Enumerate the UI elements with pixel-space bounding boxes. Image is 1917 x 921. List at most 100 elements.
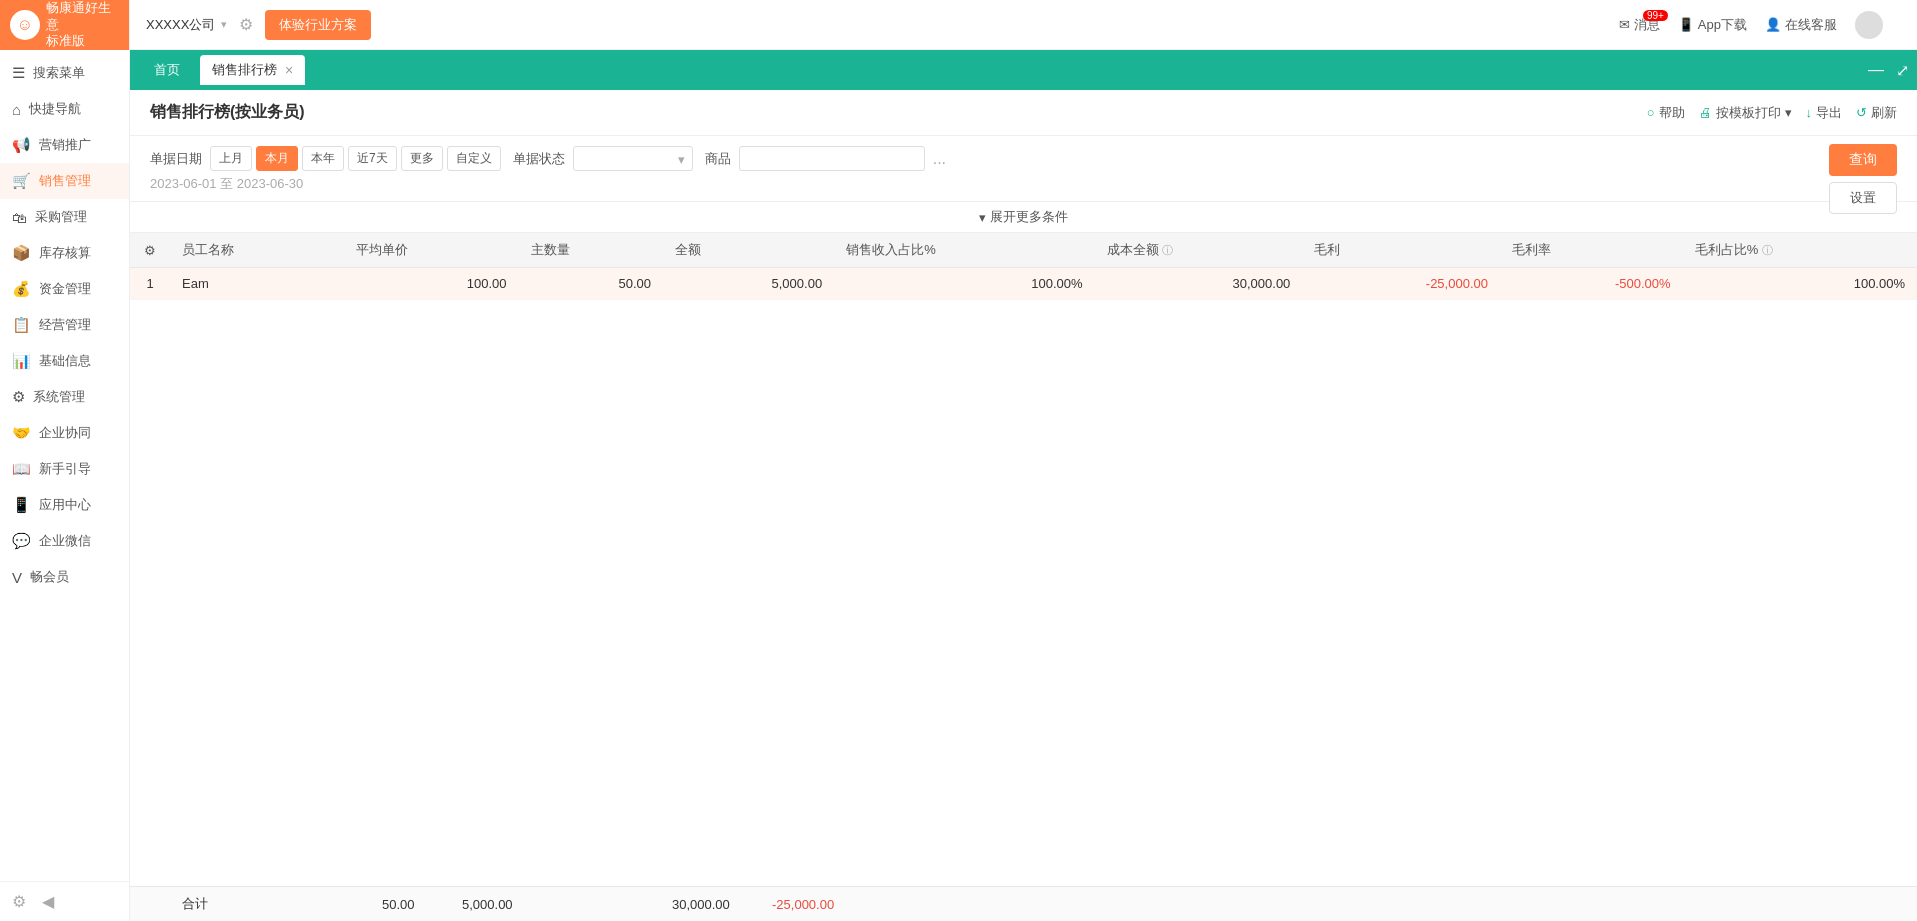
logo-text: 畅康通好生意 标准版	[46, 0, 119, 50]
sidebar-item-guide[interactable]: 📖新手引导	[0, 451, 129, 487]
refresh-icon: ↺	[1856, 105, 1867, 120]
collab-menu-icon: 🤝	[12, 424, 31, 442]
apps-menu-icon: 📱	[12, 496, 31, 514]
app-icon: 📱	[1678, 17, 1694, 32]
date-btn-custom[interactable]: 自定义	[447, 146, 501, 171]
date-btn-current-month[interactable]: 本月	[256, 146, 298, 171]
sidebar-item-operations[interactable]: 📋经营管理	[0, 307, 129, 343]
sidebar-item-sales[interactable]: 🛒销售管理	[0, 163, 129, 199]
expand-row: ▾ 展开更多条件	[130, 202, 1917, 233]
cell-gross: -25,000.00	[1302, 268, 1500, 300]
sidebar-item-purchase[interactable]: 🛍采购管理	[0, 199, 129, 235]
date-buttons: 上月 本月 本年 近7天 更多 自定义	[210, 146, 501, 171]
date-filter-group: 单据日期 上月 本月 本年 近7天 更多 自定义	[150, 146, 501, 171]
date-btn-prev-month[interactable]: 上月	[210, 146, 252, 171]
date-label: 单据日期	[150, 150, 202, 168]
cell-gross-pct: 100.00%	[1683, 268, 1917, 300]
col-cost: 成本全额 ⓘ	[1095, 233, 1303, 268]
sidebar-item-basic[interactable]: 📊基础信息	[0, 343, 129, 379]
col-settings[interactable]: ⚙	[130, 233, 170, 268]
trial-button[interactable]: 体验行业方案	[265, 10, 371, 40]
guide-menu-icon: 📖	[12, 460, 31, 478]
date-btn-7days[interactable]: 近7天	[348, 146, 397, 171]
status-select-wrapper	[573, 146, 693, 171]
finance-menu-icon: 💰	[12, 280, 31, 298]
company-select[interactable]: XXXXX公司 ▾	[146, 16, 227, 34]
logo-icon: ☺	[10, 10, 40, 40]
sidebar-item-wechat[interactable]: 💬企业微信	[0, 523, 129, 559]
status-select[interactable]	[573, 146, 693, 171]
cell-rank: 1	[130, 268, 170, 300]
filter-dots[interactable]: ...	[933, 150, 946, 168]
date-btn-current-year[interactable]: 本年	[302, 146, 344, 171]
sidebar-item-marketing[interactable]: 📢营销推广	[0, 127, 129, 163]
topbar-gear-icon[interactable]: ⚙	[239, 15, 253, 34]
tab-sales-ranking[interactable]: 销售排行榜 ×	[200, 55, 305, 85]
company-chevron-icon: ▾	[221, 18, 227, 31]
expand-label: 展开更多条件	[990, 208, 1068, 226]
service-icon: 👤	[1765, 17, 1781, 32]
collapse-icon[interactable]: ◀	[42, 892, 54, 911]
system-menu-icon: ⚙	[12, 388, 25, 406]
date-btn-more[interactable]: 更多	[401, 146, 443, 171]
help-button[interactable]: ○ 帮助	[1647, 104, 1685, 122]
col-sales-pct: 销售收入占比%	[834, 233, 1094, 268]
query-button[interactable]: 查询	[1829, 144, 1897, 176]
refresh-button[interactable]: ↺ 刷新	[1856, 104, 1897, 122]
main-area: XXXXX公司 ▾ ⚙ 体验行业方案 ✉ 消息 99+ 📱 App下载 👤 在线…	[130, 0, 1917, 921]
sidebar-item-search[interactable]: ☰搜索菜单	[0, 55, 129, 91]
export-button[interactable]: ↓ 导出	[1806, 104, 1843, 122]
footer-cost: 30,000.00	[660, 897, 760, 912]
expand-icon: ▾	[979, 210, 986, 225]
table-area: ⚙ 员工名称 平均单价 主数量 全额 销售收入占比% 成本全额 ⓘ 毛利 毛利率…	[130, 233, 1917, 886]
search-menu-icon: ☰	[12, 64, 25, 82]
print-label: 按模板打印	[1716, 104, 1781, 122]
company-name: XXXXX公司	[146, 16, 215, 34]
inventory-menu-icon: 📦	[12, 244, 31, 262]
sales-menu-icon: 🛒	[12, 172, 31, 190]
col-gross: 毛利	[1302, 233, 1500, 268]
wechat-menu-icon: 💬	[12, 532, 31, 550]
message-action[interactable]: ✉ 消息 99+	[1619, 16, 1660, 34]
topbar-right: ✉ 消息 99+ 📱 App下载 👤 在线客服	[1619, 11, 1901, 39]
marketing-menu-icon: 📢	[12, 136, 31, 154]
col-gross-pct: 毛利占比% ⓘ	[1683, 233, 1917, 268]
tab-maximize-icon[interactable]: ⤢	[1896, 61, 1909, 80]
sidebar-item-inventory[interactable]: 📦库存核算	[0, 235, 129, 271]
avatar[interactable]	[1855, 11, 1883, 39]
goods-label: 商品	[705, 150, 731, 168]
goods-input[interactable]	[739, 146, 925, 171]
sidebar-item-quick-nav[interactable]: ⌂快捷导航	[0, 91, 129, 127]
sidebar-item-apps[interactable]: 📱应用中心	[0, 487, 129, 523]
col-name: 员工名称	[170, 233, 344, 268]
tabbar-right: — ⤢	[1868, 61, 1909, 80]
page-actions: ○ 帮助 🖨 按模板打印 ▾ ↓ 导出 ↺ 刷新	[1647, 104, 1897, 134]
tab-close-icon[interactable]: ×	[285, 62, 293, 78]
page-header: 销售排行榜(按业务员) ○ 帮助 🖨 按模板打印 ▾ ↓ 导出 ↺ 刷新	[130, 90, 1917, 136]
tab-minimize-icon[interactable]: —	[1868, 61, 1884, 79]
message-badge: 99+	[1643, 10, 1668, 21]
table-row[interactable]: 1 Eam 100.00 50.00 5,000.00 100.00% 30,0…	[130, 268, 1917, 300]
expand-conditions-btn[interactable]: ▾ 展开更多条件	[979, 208, 1068, 226]
service-label: 在线客服	[1785, 16, 1837, 34]
print-button[interactable]: 🖨 按模板打印 ▾	[1699, 104, 1792, 122]
tab-home[interactable]: 首页	[138, 50, 196, 90]
cell-sales-pct: 100.00%	[834, 268, 1094, 300]
sidebar-item-member[interactable]: V畅会员	[0, 559, 129, 595]
topbar: XXXXX公司 ▾ ⚙ 体验行业方案 ✉ 消息 99+ 📱 App下载 👤 在线…	[130, 0, 1917, 50]
sidebar-item-collab[interactable]: 🤝企业协同	[0, 415, 129, 451]
settings-button[interactable]: 设置	[1829, 182, 1897, 214]
help-icon: ○	[1647, 105, 1655, 120]
cell-cost: 30,000.00	[1095, 268, 1303, 300]
quick-nav-menu-icon: ⌂	[12, 101, 21, 118]
online-service-action[interactable]: 👤 在线客服	[1765, 16, 1837, 34]
footer-amount: 5,000.00	[450, 897, 540, 912]
print-chevron-icon: ▾	[1785, 105, 1792, 120]
sidebar-item-system[interactable]: ⚙系统管理	[0, 379, 129, 415]
cell-amount: 5,000.00	[663, 268, 834, 300]
sidebar-menu: ☰搜索菜单⌂快捷导航📢营销推广🛒销售管理🛍采购管理📦库存核算💰资金管理📋经营管理…	[0, 50, 129, 881]
sidebar-item-finance[interactable]: 💰资金管理	[0, 271, 129, 307]
settings-icon[interactable]: ⚙	[12, 892, 26, 911]
content-area: 销售排行榜(按业务员) ○ 帮助 🖨 按模板打印 ▾ ↓ 导出 ↺ 刷新	[130, 90, 1917, 921]
app-download-action[interactable]: 📱 App下载	[1678, 16, 1747, 34]
